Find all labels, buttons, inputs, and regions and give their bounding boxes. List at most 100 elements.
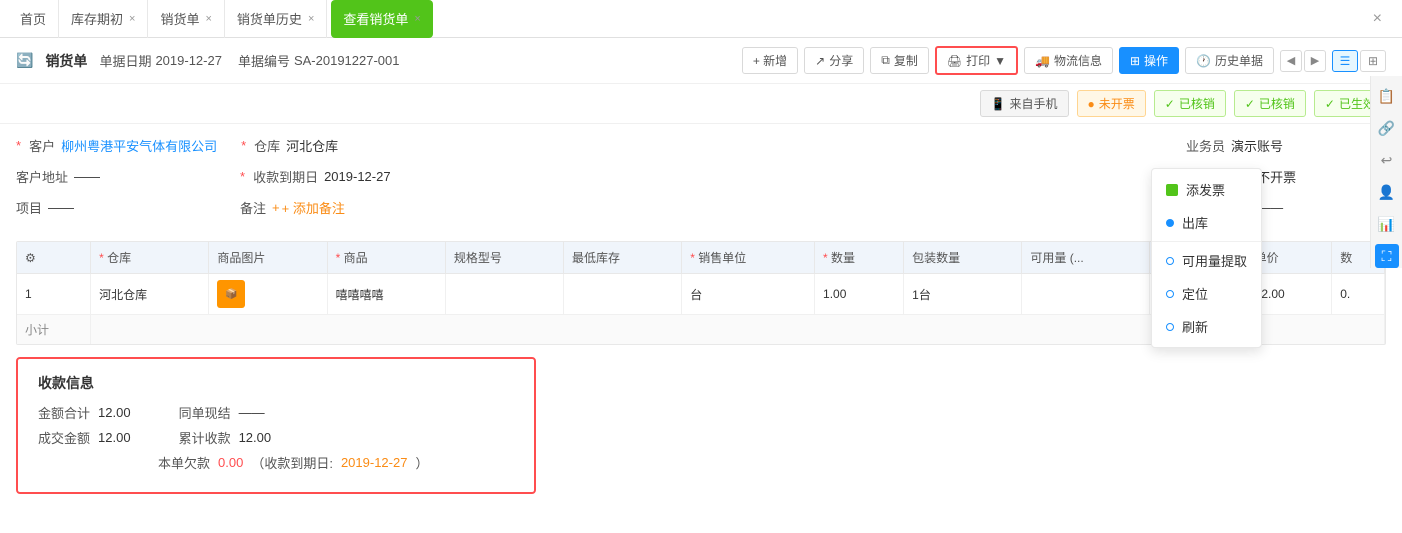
project-field: 项目 —— bbox=[16, 198, 216, 217]
dropdown-outbound[interactable]: 出库 bbox=[1152, 206, 1261, 239]
next-button[interactable]: ▶ bbox=[1304, 50, 1326, 72]
add-note-button[interactable]: + + 添加备注 bbox=[272, 198, 345, 217]
staff-value: 演示账号 bbox=[1231, 136, 1283, 155]
sidebar-doc-icon[interactable]: 📋 bbox=[1375, 84, 1399, 108]
print-button[interactable]: 🖨 打印 ▼ bbox=[935, 46, 1018, 75]
grid-view-button[interactable]: ⊞ bbox=[1360, 50, 1386, 72]
same-order-value: —— bbox=[239, 405, 265, 420]
operation-icon: ⊞ bbox=[1130, 54, 1140, 68]
doc-title: 销货单 bbox=[45, 51, 87, 71]
tab-view-sales[interactable]: 查看销货单 × bbox=[331, 0, 432, 38]
share-icon: ↗ bbox=[815, 54, 825, 68]
cumulative-item: 累计收款 12.00 bbox=[179, 428, 272, 447]
total-amount-value: 12.00 bbox=[98, 405, 131, 420]
product-thumbnail: 📦 bbox=[217, 280, 245, 308]
col-available: 可用量 (... bbox=[1022, 242, 1150, 274]
tab-inventory[interactable]: 库存期初 × bbox=[59, 0, 148, 38]
history-icon: 🕐 bbox=[1196, 54, 1211, 68]
payment-row-3: 本单欠款 0.00 （收款到期日: 2019-12-27 ） bbox=[38, 453, 514, 472]
copy-icon: ⧉ bbox=[881, 53, 890, 68]
row-warehouse: 河北仓库 bbox=[91, 274, 209, 315]
not-open-button[interactable]: ● 未开票 bbox=[1077, 90, 1146, 117]
toolbar: + 新增 ↗ 分享 ⧉ 复制 🖨 打印 ▼ 🚚 物流信息 ⊞ 操作 bbox=[742, 46, 1386, 75]
col-sales-unit: * 销售单位 bbox=[682, 242, 815, 274]
cumulative-value: 12.00 bbox=[239, 430, 272, 445]
tab-close-inventory[interactable]: × bbox=[129, 13, 135, 25]
dropdown-divider-1 bbox=[1152, 241, 1261, 242]
settings-icon[interactable]: ⚙ bbox=[25, 251, 36, 265]
due-date-value: 2019-12-27 bbox=[341, 455, 408, 470]
same-order-item: 同单现结 —— bbox=[179, 403, 265, 422]
transaction-item: 成交金额 12.00 bbox=[38, 428, 131, 447]
tab-sales[interactable]: 销货单 × bbox=[148, 0, 224, 38]
staff-field: 业务员 演示账号 bbox=[1186, 136, 1386, 155]
row-index: 1 bbox=[17, 274, 91, 315]
refresh-icon bbox=[1166, 323, 1174, 331]
col-settings[interactable]: ⚙ bbox=[17, 242, 91, 274]
copy-button[interactable]: ⧉ 复制 bbox=[870, 47, 929, 74]
outbound-icon bbox=[1166, 219, 1174, 227]
phone-icon: 📱 bbox=[991, 97, 1006, 111]
sidebar-return-icon[interactable]: ↩ bbox=[1375, 148, 1399, 172]
plus-icon: + bbox=[272, 200, 280, 215]
add-invoice-label: 添发票 bbox=[1186, 180, 1225, 199]
customer-value[interactable]: 柳州粤港平安气体有限公司 bbox=[61, 136, 217, 155]
tab-home[interactable]: 首页 bbox=[8, 0, 59, 38]
tab-close-view-sales[interactable]: × bbox=[414, 13, 420, 25]
row-product: 嘻嘻嘻嘻 bbox=[327, 274, 445, 315]
logistics-button[interactable]: 🚚 物流信息 bbox=[1024, 47, 1113, 74]
transaction-value: 12.00 bbox=[98, 430, 131, 445]
doc-meta: 单据日期 2019-12-27 单据编号 SA-20191227-001 bbox=[99, 51, 399, 70]
invoice-value: 不开票 bbox=[1257, 167, 1296, 186]
outbound-label: 出库 bbox=[1182, 213, 1208, 232]
row-sales-unit: 台 bbox=[682, 274, 815, 315]
sidebar-expand-icon[interactable]: ⛶ bbox=[1375, 244, 1399, 268]
sidebar-link-icon[interactable]: 🔗 bbox=[1375, 116, 1399, 140]
project-value: —— bbox=[48, 200, 74, 215]
tab-close-sales[interactable]: × bbox=[205, 13, 211, 25]
address-value: —— bbox=[74, 169, 100, 184]
note-field: 备注 + + 添加备注 bbox=[240, 198, 440, 217]
operation-button[interactable]: ⊞ 操作 bbox=[1119, 47, 1179, 74]
dropdown-add-invoice[interactable]: 添发票 bbox=[1152, 173, 1261, 206]
view-buttons: ☰ ⊞ bbox=[1332, 50, 1386, 72]
tab-close-sales-history[interactable]: × bbox=[308, 13, 314, 25]
list-view-button[interactable]: ☰ bbox=[1332, 50, 1358, 72]
checked-button[interactable]: ✓ 已核销 bbox=[1154, 90, 1226, 117]
payment-date-value: 2019-12-27 bbox=[324, 169, 391, 184]
print-icon: 🖨 bbox=[947, 54, 962, 68]
row-min-stock bbox=[564, 274, 682, 315]
payment-info: 收款信息 金额合计 12.00 同单现结 —— 成交金额 12.00 累计收款 … bbox=[16, 357, 536, 494]
effective-icon: ✓ bbox=[1325, 97, 1335, 111]
operation-dropdown: 添发票 出库 可用量提取 定位 刷新 bbox=[1151, 168, 1262, 348]
row-product-img: 📦 bbox=[209, 274, 327, 315]
available-pickup-icon bbox=[1166, 257, 1174, 265]
prev-button[interactable]: ◀ bbox=[1280, 50, 1302, 72]
row-amount: 0. bbox=[1332, 274, 1385, 315]
payment-date-field: * 收款到期日 2019-12-27 bbox=[240, 167, 440, 186]
share-button[interactable]: ↗ 分享 bbox=[804, 47, 864, 74]
col-product: * 商品 bbox=[327, 242, 445, 274]
sidebar-user-icon[interactable]: 👤 bbox=[1375, 180, 1399, 204]
doc-icon: 🔄 bbox=[16, 52, 33, 69]
tab-bar: 首页 库存期初 × 销货单 × 销货单历史 × 查看销货单 × × bbox=[0, 0, 1402, 38]
dropdown-locate[interactable]: 定位 bbox=[1152, 277, 1261, 310]
customer-required: * bbox=[16, 138, 21, 153]
cancelled-button[interactable]: ✓ 已核销 bbox=[1234, 90, 1306, 117]
phone-button[interactable]: 📱 来自手机 bbox=[980, 90, 1069, 117]
history-button[interactable]: 🕐 历史单据 bbox=[1185, 47, 1274, 74]
refresh-label: 刷新 bbox=[1182, 317, 1208, 336]
payment-date-required: * bbox=[240, 169, 245, 184]
row-pack-qty: 1台 bbox=[904, 274, 1022, 315]
dropdown-refresh[interactable]: 刷新 bbox=[1152, 310, 1261, 343]
tab-sales-history[interactable]: 销货单历史 × bbox=[225, 0, 327, 38]
locate-icon bbox=[1166, 290, 1174, 298]
dropdown-available-pickup[interactable]: 可用量提取 bbox=[1152, 244, 1261, 277]
right-sidebar: 📋 🔗 ↩ 👤 📊 ⛶ bbox=[1370, 76, 1402, 268]
sidebar-chart-icon[interactable]: 📊 bbox=[1375, 212, 1399, 236]
window-close-button[interactable]: × bbox=[1361, 10, 1394, 28]
new-button[interactable]: + 新增 bbox=[742, 47, 798, 74]
subtotal-label: 小计 bbox=[17, 315, 91, 345]
row-available bbox=[1022, 274, 1150, 315]
col-pack-qty: 包装数量 bbox=[904, 242, 1022, 274]
